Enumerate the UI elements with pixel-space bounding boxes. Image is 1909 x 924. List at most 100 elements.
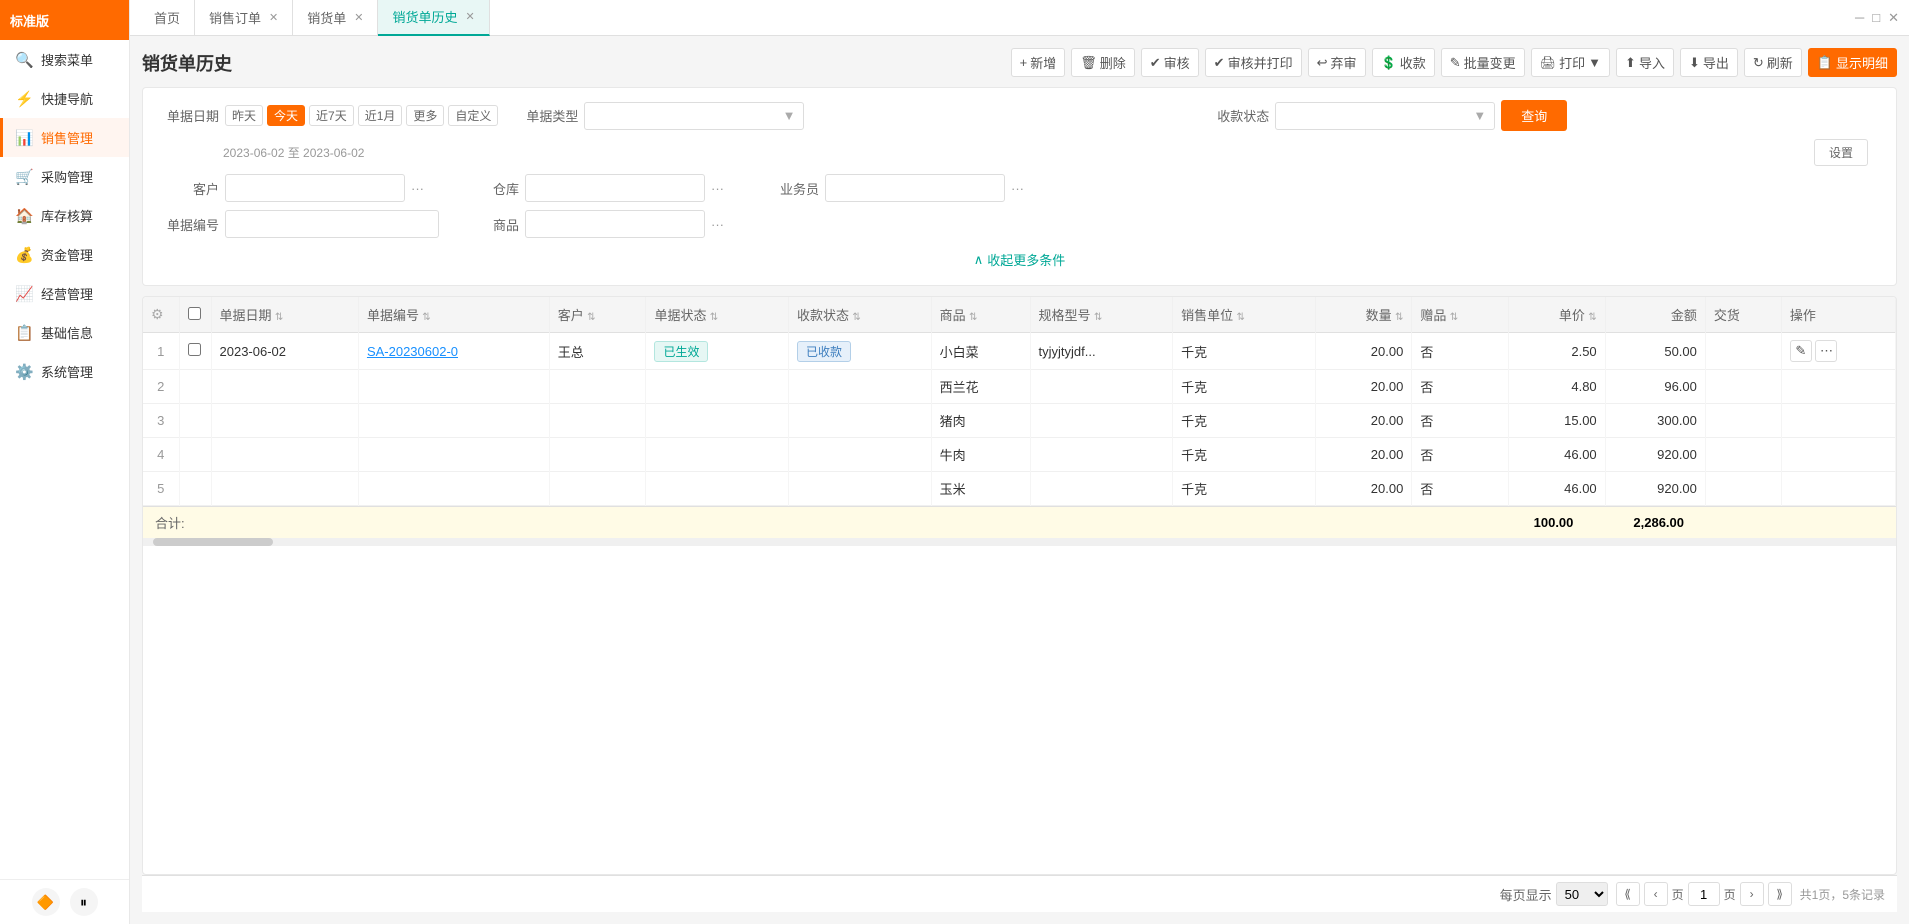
col-ops: 操作 bbox=[1781, 297, 1895, 333]
col-customer[interactable]: 客户 ⇅ bbox=[549, 297, 646, 333]
maximize-btn[interactable]: □ bbox=[1872, 10, 1880, 25]
customer-more-icon[interactable]: ··· bbox=[411, 181, 424, 196]
collapse-button[interactable]: ∧ 收起更多条件 bbox=[159, 246, 1880, 273]
sort-unit-price-icon: ⇅ bbox=[1588, 312, 1596, 323]
collect-button[interactable]: 💲 收款 bbox=[1372, 48, 1435, 77]
sidebar-item-sales-mgmt[interactable]: 📊 销售管理 bbox=[0, 118, 129, 157]
col-doc-date[interactable]: 单据日期 ⇅ bbox=[211, 297, 358, 333]
col-qty-label: 数量 bbox=[1366, 308, 1392, 323]
col-unit-price[interactable]: 单价 ⇅ bbox=[1509, 297, 1606, 333]
print-button[interactable]: 🖨 打印 ▼ bbox=[1531, 48, 1610, 77]
row5-spec bbox=[1030, 472, 1173, 506]
tab-sales-goods-close[interactable]: ✕ bbox=[354, 11, 363, 24]
scrollbar-thumb[interactable] bbox=[153, 538, 273, 546]
show-detail-button[interactable]: 📋 显示明细 bbox=[1808, 48, 1897, 77]
row5-amount: 920.00 bbox=[1605, 472, 1705, 506]
gear-icon[interactable]: ⚙ bbox=[151, 306, 164, 322]
sidebar-item-basic-info[interactable]: 📋 基础信息 bbox=[0, 313, 129, 352]
first-page-btn[interactable]: ⟪ bbox=[1616, 882, 1640, 906]
import-button[interactable]: ⬆ 导入 bbox=[1616, 48, 1674, 77]
sidebar-item-label: 采购管理 bbox=[41, 167, 93, 186]
collect-status-select[interactable]: ▼ bbox=[1275, 102, 1495, 130]
toolbar: + 新增 🗑 删除 ✔ 审核 ✔ 审核并打印 ↩ 弃审 bbox=[1011, 48, 1897, 77]
batch-change-button[interactable]: ✎ 批量变更 bbox=[1441, 48, 1525, 77]
set-button[interactable]: 设置 bbox=[1814, 139, 1868, 166]
select-all-checkbox[interactable] bbox=[188, 307, 201, 320]
refresh-button[interactable]: ↻ 刷新 bbox=[1744, 48, 1802, 77]
warehouse-more-icon[interactable]: ··· bbox=[711, 181, 724, 196]
tab-sales-goods[interactable]: 销货单 ✕ bbox=[293, 0, 378, 36]
col-goods[interactable]: 商品 ⇅ bbox=[931, 297, 1030, 333]
sidebar-item-finance-mgmt[interactable]: 💰 资金管理 bbox=[0, 235, 129, 274]
doc-type-select[interactable]: ▼ bbox=[584, 102, 804, 130]
row1-doc-no-link[interactable]: SA-20230602-0 bbox=[367, 344, 458, 359]
date-btn-more[interactable]: 更多 bbox=[406, 105, 444, 126]
batch-change-icon: ✎ bbox=[1450, 55, 1461, 71]
filter-doc-no: 单据编号 bbox=[159, 210, 439, 238]
row1-more-btn[interactable]: ⋯ bbox=[1815, 340, 1837, 362]
tab-home[interactable]: 首页 bbox=[140, 0, 195, 36]
goods-input[interactable] bbox=[525, 210, 705, 238]
salesperson-input[interactable] bbox=[825, 174, 1005, 202]
add-button[interactable]: + 新增 bbox=[1011, 48, 1066, 77]
row3-doc-date bbox=[211, 404, 358, 438]
close-btn[interactable]: ✕ bbox=[1888, 10, 1899, 26]
goods-more-icon[interactable]: ··· bbox=[711, 217, 724, 232]
abandon-button[interactable]: ↩ 弃审 bbox=[1308, 48, 1366, 77]
query-button[interactable]: 查询 bbox=[1501, 100, 1567, 131]
tab-sales-history-close[interactable]: ✕ bbox=[466, 10, 475, 23]
ops-icon: 📈 bbox=[15, 285, 33, 303]
tab-sales-history[interactable]: 销货单历史 ✕ bbox=[378, 0, 489, 36]
export-button[interactable]: ⬇ 导出 bbox=[1680, 48, 1738, 77]
sidebar-bottom-left-btn[interactable]: 🔶 bbox=[32, 888, 60, 916]
customer-input[interactable] bbox=[225, 174, 405, 202]
sidebar-item-label: 资金管理 bbox=[41, 245, 93, 264]
sidebar-item-search-menu[interactable]: 🔍 搜索菜单 bbox=[0, 40, 129, 79]
table-scrollbar[interactable] bbox=[143, 538, 1896, 546]
col-collect-status[interactable]: 收款状态 ⇅ bbox=[789, 297, 932, 333]
row5-doc-date bbox=[211, 472, 358, 506]
sidebar-item-purchase-mgmt[interactable]: 🛒 采购管理 bbox=[0, 157, 129, 196]
date-btn-1month[interactable]: 近1月 bbox=[358, 105, 403, 126]
date-range-text: 2023-06-02 至 2023-06-02 bbox=[223, 144, 364, 161]
sidebar-item-sys-mgmt[interactable]: ⚙️ 系统管理 bbox=[0, 352, 129, 391]
salesperson-more-icon[interactable]: ··· bbox=[1011, 181, 1024, 196]
col-qty[interactable]: 数量 ⇅ bbox=[1315, 297, 1412, 333]
tab-sales-order-label: 销售订单 bbox=[209, 8, 261, 27]
last-page-btn[interactable]: ⟫ bbox=[1768, 882, 1792, 906]
date-btn-7days[interactable]: 近7天 bbox=[309, 105, 354, 126]
tab-sales-order[interactable]: 销售订单 ✕ bbox=[195, 0, 293, 36]
per-page-dropdown[interactable]: 50 100 200 bbox=[1556, 882, 1608, 906]
row1-edit-btn[interactable]: ✎ bbox=[1790, 340, 1812, 362]
sidebar-item-ops-mgmt[interactable]: 📈 经营管理 bbox=[0, 274, 129, 313]
review-button[interactable]: ✔ 审核 bbox=[1141, 48, 1199, 77]
date-btn-today[interactable]: 今天 bbox=[267, 105, 305, 126]
col-doc-date-label: 单据日期 bbox=[220, 308, 272, 323]
prev-page-btn[interactable]: ‹ bbox=[1644, 882, 1668, 906]
tab-sales-order-close[interactable]: ✕ bbox=[269, 11, 278, 24]
col-gift[interactable]: 赠品 ⇅ bbox=[1412, 297, 1509, 333]
sidebar-item-quick-nav[interactable]: ⚡ 快捷导航 bbox=[0, 79, 129, 118]
minimize-btn[interactable]: ─ bbox=[1855, 10, 1864, 25]
logo-text: 标准版 bbox=[10, 11, 49, 30]
col-ops-label: 操作 bbox=[1790, 308, 1816, 323]
sidebar-item-stock-calc[interactable]: 🏠 库存核算 bbox=[0, 196, 129, 235]
delete-button[interactable]: 🗑 删除 bbox=[1071, 48, 1135, 77]
date-btn-custom[interactable]: 自定义 bbox=[448, 105, 498, 126]
doc-no-input[interactable] bbox=[225, 210, 439, 238]
filter-row-1: 单据日期 昨天 今天 近7天 近1月 更多 自定义 单据类型 ▼ bbox=[159, 100, 1880, 131]
page-input[interactable] bbox=[1688, 882, 1720, 906]
row3-unit: 千克 bbox=[1173, 404, 1316, 438]
col-doc-status[interactable]: 单据状态 ⇅ bbox=[646, 297, 789, 333]
col-doc-no[interactable]: 单据编号 ⇅ bbox=[358, 297, 549, 333]
col-unit[interactable]: 销售单位 ⇅ bbox=[1173, 297, 1316, 333]
next-page-btn[interactable]: › bbox=[1740, 882, 1764, 906]
warehouse-input[interactable] bbox=[525, 174, 705, 202]
review-print-button[interactable]: ✔ 审核并打印 bbox=[1205, 48, 1302, 77]
date-btn-yesterday[interactable]: 昨天 bbox=[225, 105, 263, 126]
abandon-icon: ↩ bbox=[1317, 55, 1328, 71]
row3-spec bbox=[1030, 404, 1173, 438]
sidebar-bottom-right-btn[interactable]: ⏸ bbox=[70, 888, 98, 916]
col-spec[interactable]: 规格型号 ⇅ bbox=[1030, 297, 1173, 333]
row1-select[interactable] bbox=[188, 343, 201, 356]
